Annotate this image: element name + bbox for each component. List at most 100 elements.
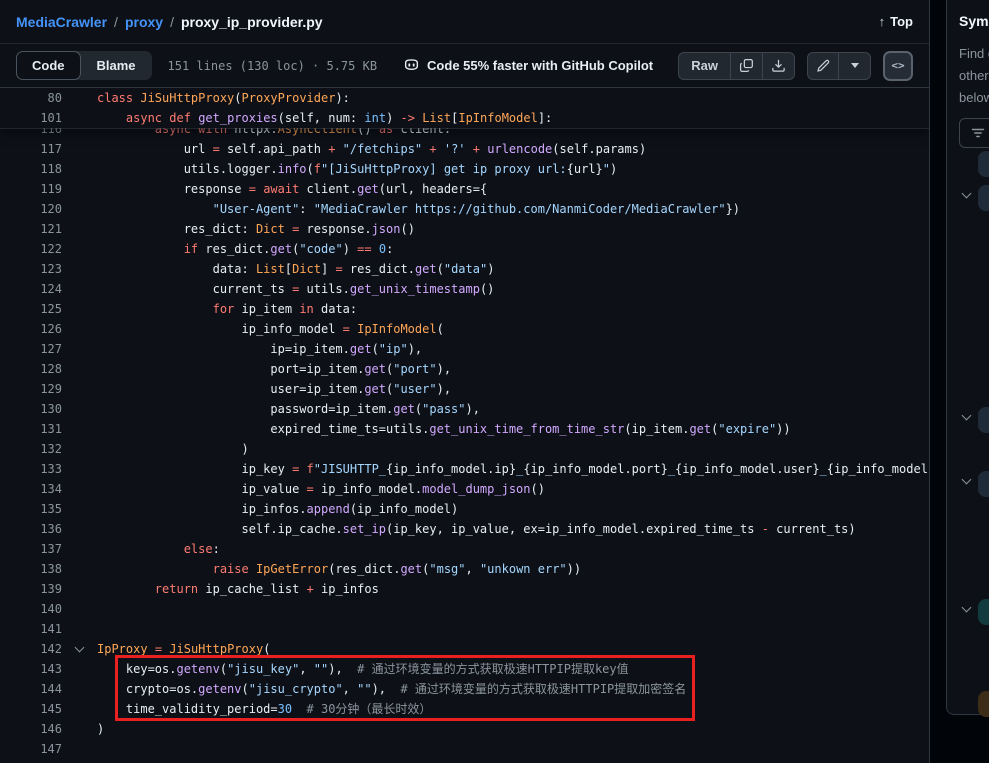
line-number[interactable]: 120 xyxy=(0,199,62,219)
copilot-banner-text: Code 55% faster with GitHub Copilot xyxy=(427,58,653,73)
code-text: data: List[Dict] = res_dict.get("data") xyxy=(97,259,494,279)
file-actions: Raw xyxy=(678,51,913,81)
code-symbols-icon: <> xyxy=(891,59,904,72)
line-number[interactable]: 147 xyxy=(0,739,62,759)
code-text: crypto=os.getenv("jisu_crypto", ""), # 通… xyxy=(97,679,686,699)
line-number[interactable]: 145 xyxy=(0,699,62,719)
code-line: 132 ) xyxy=(0,439,929,459)
code-line: 118 utils.logger.info(f"[JiSuHttpProxy] … xyxy=(0,159,929,179)
code-text: expired_time_ts=utils.get_unix_time_from… xyxy=(97,419,791,439)
chevron-down-icon[interactable] xyxy=(962,411,972,421)
code-line: 101 async def get_proxies(self, num: int… xyxy=(0,108,929,128)
code-text: time_validity_period=30 # 30分钟（最长时效） xyxy=(97,699,431,719)
code-line: 143 key=os.getenv("jisu_key", ""), # 通过环… xyxy=(0,659,929,679)
line-number[interactable]: 119 xyxy=(0,179,62,199)
symbol-pill[interactable] xyxy=(978,185,989,211)
line-number[interactable]: 121 xyxy=(0,219,62,239)
line-number[interactable]: 140 xyxy=(0,599,62,619)
chevron-down-icon[interactable] xyxy=(962,189,972,199)
line-number[interactable]: 128 xyxy=(0,359,62,379)
code-text: for ip_item in data: xyxy=(97,299,357,319)
chevron-down-icon[interactable] xyxy=(75,642,85,652)
chevron-down-icon[interactable] xyxy=(962,603,972,613)
symbols-panel-toggle[interactable]: <> xyxy=(883,51,913,81)
symbols-description-line: Find definitions and references for func… xyxy=(959,43,989,65)
chevron-down-icon[interactable] xyxy=(962,475,972,485)
code-line: 130 password=ip_item.get("pass"), xyxy=(0,399,929,419)
fold-gutter xyxy=(62,179,97,199)
code-line: 119 response = await client.get(url, hea… xyxy=(0,179,929,199)
raw-actions-group: Raw xyxy=(678,52,795,80)
fold-gutter xyxy=(62,159,97,179)
symbol-pill[interactable] xyxy=(978,407,989,433)
code-line: 122 if res_dict.get("code") == 0: xyxy=(0,239,929,259)
line-number[interactable]: 141 xyxy=(0,619,62,639)
arrow-up-icon: ↑ xyxy=(879,14,886,29)
symbol-pill[interactable] xyxy=(978,691,989,717)
breadcrumb-filename: proxy_ip_provider.py xyxy=(181,14,323,30)
code-area: 80class JiSuHttpProxy(ProxyProvider):101… xyxy=(0,88,929,762)
fold-gutter xyxy=(62,739,97,759)
line-number[interactable]: 130 xyxy=(0,399,62,419)
code-line: 145 time_validity_period=30 # 30分钟（最长时效） xyxy=(0,699,929,719)
back-to-top-link[interactable]: ↑ Top xyxy=(879,14,913,29)
symbol-pill[interactable] xyxy=(978,471,989,497)
fold-gutter xyxy=(62,299,97,319)
line-number[interactable]: 117 xyxy=(0,139,62,159)
code-line: 144 crypto=os.getenv("jisu_crypto", ""),… xyxy=(0,679,929,699)
line-number[interactable]: 136 xyxy=(0,519,62,539)
raw-button[interactable]: Raw xyxy=(678,52,731,80)
line-number[interactable]: 125 xyxy=(0,299,62,319)
line-number[interactable]: 126 xyxy=(0,319,62,339)
line-number[interactable]: 135 xyxy=(0,499,62,519)
fold-gutter xyxy=(62,88,97,108)
line-number[interactable]: 144 xyxy=(0,679,62,699)
code-text: key=os.getenv("jisu_key", ""), # 通过环境变量的… xyxy=(97,659,629,679)
code-line: 142IpProxy = JiSuHttpProxy( xyxy=(0,639,929,659)
line-number[interactable]: 122 xyxy=(0,239,62,259)
tab-blame[interactable]: Blame xyxy=(81,51,152,80)
fold-gutter xyxy=(62,419,97,439)
symbol-pill[interactable] xyxy=(978,151,989,177)
fold-gutter xyxy=(62,339,97,359)
edit-button[interactable] xyxy=(807,52,839,80)
line-number[interactable]: 137 xyxy=(0,539,62,559)
line-number[interactable]: 142 xyxy=(0,639,62,659)
symbols-filter-input[interactable] xyxy=(959,118,989,148)
fold-gutter xyxy=(62,399,97,419)
download-button[interactable] xyxy=(763,52,795,80)
line-number[interactable]: 133 xyxy=(0,459,62,479)
symbols-panel-title: Symbols xyxy=(959,11,989,31)
breadcrumb-folder-link[interactable]: proxy xyxy=(125,14,163,30)
tab-code[interactable]: Code xyxy=(16,51,81,80)
code-text: ip=ip_item.get("ip"), xyxy=(97,339,422,359)
copy-raw-button[interactable] xyxy=(731,52,763,80)
code-text: ip_value = ip_info_model.model_dump_json… xyxy=(97,479,545,499)
symbols-panel: Symbols Find definitions and references … xyxy=(946,0,989,715)
line-number[interactable]: 80 xyxy=(0,88,62,108)
line-number[interactable]: 132 xyxy=(0,439,62,459)
code-text: utils.logger.info(f"[JiSuHttpProxy] get … xyxy=(97,159,617,179)
code-line: 127 ip=ip_item.get("ip"), xyxy=(0,339,929,359)
copilot-banner[interactable]: Code 55% faster with GitHub Copilot xyxy=(403,57,653,74)
code-line: 126 ip_info_model = IpInfoModel( xyxy=(0,319,929,339)
fold-gutter xyxy=(62,379,97,399)
line-number[interactable]: 123 xyxy=(0,259,62,279)
breadcrumb-repo-link[interactable]: MediaCrawler xyxy=(16,14,107,30)
line-number[interactable]: 139 xyxy=(0,579,62,599)
line-number[interactable]: 146 xyxy=(0,719,62,739)
line-number[interactable]: 143 xyxy=(0,659,62,679)
line-number[interactable]: 129 xyxy=(0,379,62,399)
code-line: 136 self.ip_cache.set_ip(ip_key, ip_valu… xyxy=(0,519,929,539)
line-number[interactable]: 124 xyxy=(0,279,62,299)
line-number[interactable]: 101 xyxy=(0,108,62,128)
code-line: 125 for ip_item in data: xyxy=(0,299,929,319)
edit-dropdown-button[interactable] xyxy=(839,52,871,80)
line-number[interactable]: 118 xyxy=(0,159,62,179)
line-number[interactable]: 138 xyxy=(0,559,62,579)
line-number[interactable]: 131 xyxy=(0,419,62,439)
code-text: ) xyxy=(97,719,104,739)
line-number[interactable]: 127 xyxy=(0,339,62,359)
symbol-pill[interactable] xyxy=(978,599,989,625)
line-number[interactable]: 134 xyxy=(0,479,62,499)
